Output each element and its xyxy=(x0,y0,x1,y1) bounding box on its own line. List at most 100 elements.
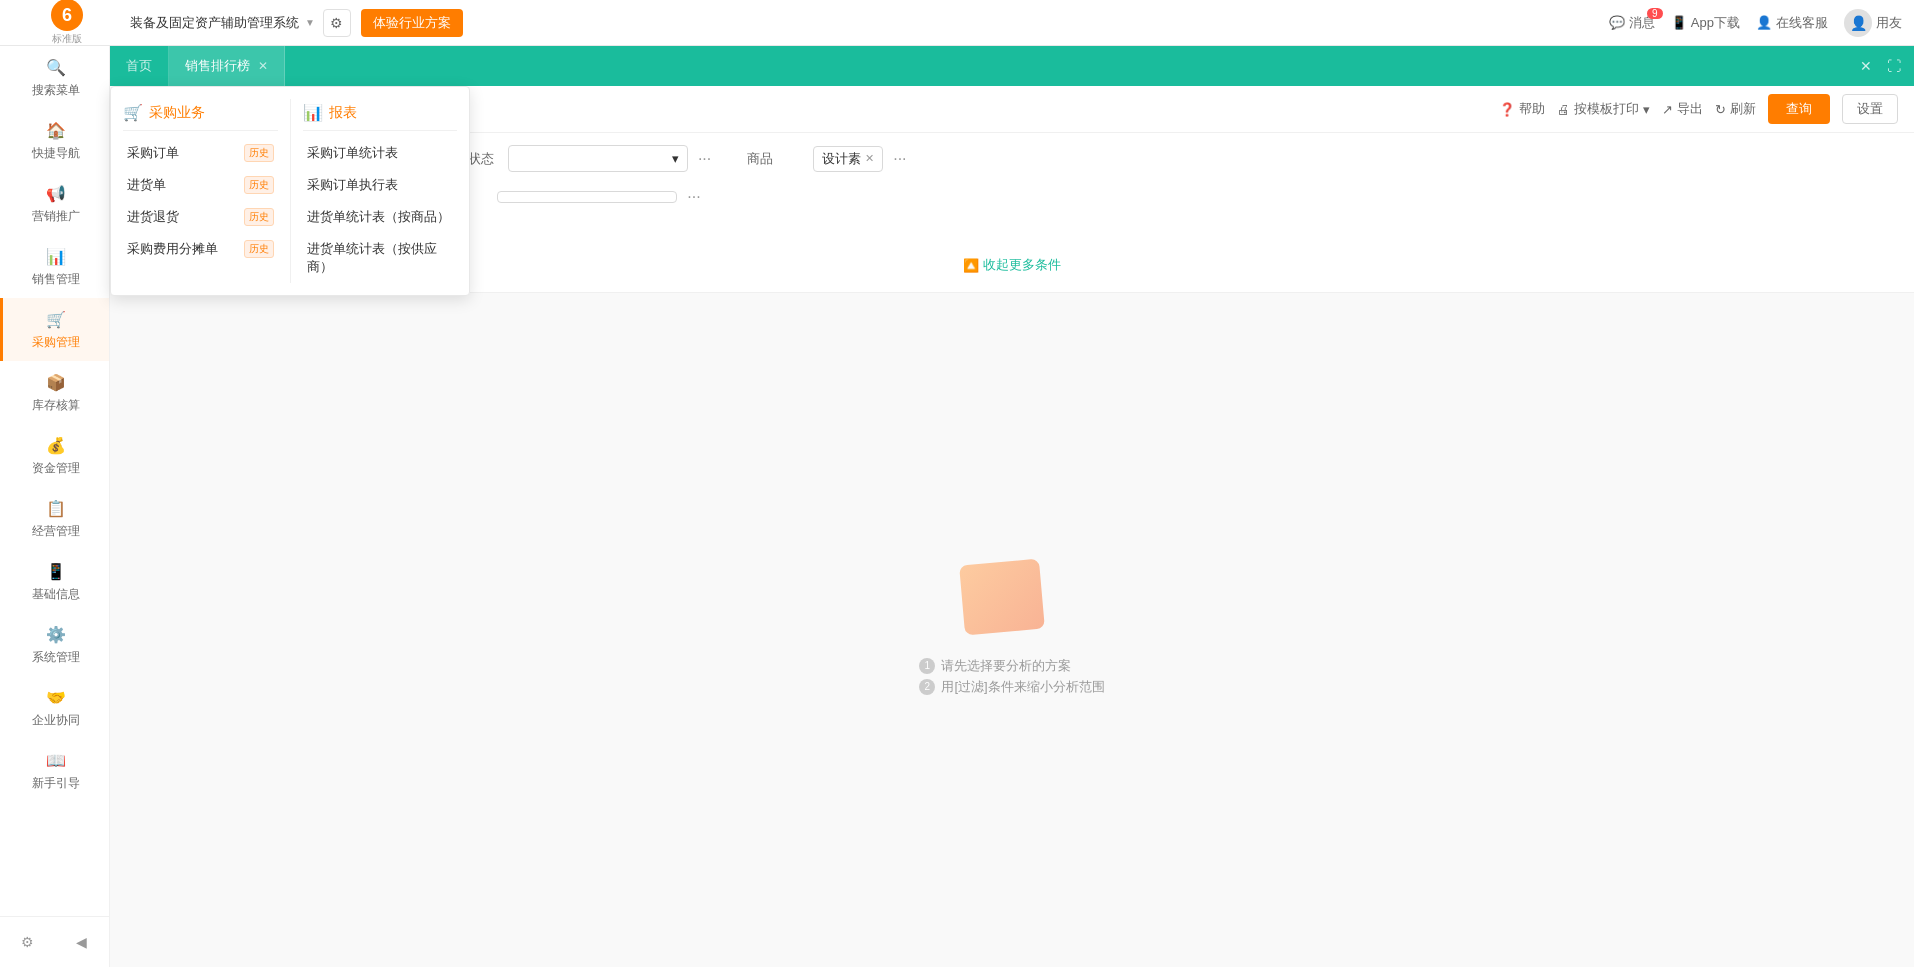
dropdown-menu: 🛒 采购业务 采购订单历史进货单历史进货退货历史采购费用分摊单历史 📊 报表 采… xyxy=(110,86,470,296)
hist-badge: 历史 xyxy=(244,144,274,162)
salesman-dots[interactable]: ··· xyxy=(683,188,704,206)
collapse-sidebar-icon[interactable]: ◀ xyxy=(67,927,97,957)
empty-state: 1 请先选择要分析的方案 2 用[过滤]条件来缩小分析范围 xyxy=(919,562,1104,699)
goods-tag-remove[interactable]: ✕ xyxy=(865,152,874,165)
refresh-icon: ↻ xyxy=(1715,102,1726,117)
dropdown-left-item[interactable]: 采购订单历史 xyxy=(123,137,278,169)
empty-text: 1 请先选择要分析的方案 2 用[过滤]条件来缩小分析范围 xyxy=(919,654,1104,699)
dropdown-col-left-title: 🛒 采购业务 xyxy=(123,99,278,131)
hint-num-1: 1 xyxy=(919,658,935,674)
basic-icon: 📱 xyxy=(45,560,67,582)
dropdown-col-right: 📊 报表 采购订单统计表采购订单执行表进货单统计表（按商品）进货单统计表（按供应… xyxy=(290,99,470,283)
goods-dots[interactable]: ··· xyxy=(889,150,910,168)
operations-icon: 📋 xyxy=(45,497,67,519)
avatar: 👤 xyxy=(1844,9,1872,37)
tab-close-sales-rank[interactable]: ✕ xyxy=(258,59,268,73)
service-icon: 👤 xyxy=(1756,15,1772,30)
goods-label: 商品 xyxy=(747,150,807,168)
dropdown-left-item[interactable]: 进货退货历史 xyxy=(123,201,278,233)
doc-status-section: 单据状态 ▾ ··· xyxy=(442,145,715,172)
export-icon: ↗ xyxy=(1662,102,1673,117)
sidebar-item-inventory[interactable]: 📦 库存核算 xyxy=(0,361,109,424)
salesman-select[interactable] xyxy=(497,191,677,203)
user-button[interactable]: 👤 用友 xyxy=(1844,9,1902,37)
top-bar: 6 标准版 装备及固定资产辅助管理系统 ▼ ⚙ 体验行业方案 💬 消息 9 📱 … xyxy=(0,0,1914,46)
select-arrow-icon: ▾ xyxy=(672,151,679,166)
sidebar-item-guide[interactable]: 📖 新手引导 xyxy=(0,739,109,802)
tab-home[interactable]: 首页 xyxy=(110,46,169,86)
dropdown-columns: 🛒 采购业务 采购订单历史进货单历史进货退货历史采购费用分摊单历史 📊 报表 采… xyxy=(111,99,469,283)
help-button[interactable]: ❓ 帮助 xyxy=(1499,100,1545,118)
doc-status-select[interactable]: ▾ xyxy=(508,145,688,172)
logo-icon: 6 xyxy=(51,0,83,31)
dropdown-left-item[interactable]: 进货单历史 xyxy=(123,169,278,201)
sidebar-item-enterprise[interactable]: 🤝 企业协同 xyxy=(0,676,109,739)
collapse-up-icon: 🔼 xyxy=(963,258,979,273)
doc-status-dots[interactable]: ··· xyxy=(694,150,715,168)
message-button[interactable]: 💬 消息 9 xyxy=(1609,14,1655,32)
logo-area: 6 标准版 xyxy=(12,0,122,46)
export-button[interactable]: ↗ 导出 xyxy=(1662,100,1703,118)
salesman-section: 业务员 ··· xyxy=(431,188,704,206)
dropdown-col-left: 🛒 采购业务 采购订单历史进货单历史进货退货历史采购费用分摊单历史 xyxy=(111,99,290,283)
dropdown-right-item[interactable]: 采购订单统计表 xyxy=(303,137,458,169)
sidebar-item-sales[interactable]: 📊 销售管理 xyxy=(0,235,109,298)
sales-icon: 📊 xyxy=(45,245,67,267)
help-icon: ❓ xyxy=(1499,102,1515,117)
query-button[interactable]: 查询 xyxy=(1768,94,1830,124)
tabs-bar: 首页销售排行榜✕ ✕ ⛶ xyxy=(110,46,1914,86)
dropdown-left-item[interactable]: 采购费用分摊单历史 xyxy=(123,233,278,265)
empty-icon-shape xyxy=(959,558,1045,635)
tab-sales-rank[interactable]: 销售排行榜✕ xyxy=(169,46,285,86)
message-icon: 💬 xyxy=(1609,15,1625,30)
dropdown-col-right-title: 📊 报表 xyxy=(303,99,458,131)
print-dropdown-icon: ▾ xyxy=(1643,102,1650,117)
hist-badge: 历史 xyxy=(244,240,274,258)
hist-badge: 历史 xyxy=(244,176,274,194)
guide-icon: 📖 xyxy=(45,749,67,771)
tabs-bar-right: ✕ ⛶ xyxy=(1854,54,1914,78)
sidebar-item-search[interactable]: 🔍 搜索菜单 xyxy=(0,46,109,109)
hist-badge: 历史 xyxy=(244,208,274,226)
purchase-col-icon: 🛒 xyxy=(123,103,143,122)
system-icon: ⚙️ xyxy=(45,623,67,645)
dropdown-right-item[interactable]: 进货单统计表（按供应商） xyxy=(303,233,458,283)
column-settings-button[interactable]: 设置 xyxy=(1842,94,1898,124)
close-window-icon[interactable]: ✕ xyxy=(1854,54,1878,78)
hint-num-2: 2 xyxy=(919,679,935,695)
sidebar-item-marketing[interactable]: 📢 营销推广 xyxy=(0,172,109,235)
print-icon: 🖨 xyxy=(1557,102,1570,117)
dropdown-arrow-icon: ▼ xyxy=(305,17,315,28)
settings-icon[interactable]: ⚙ xyxy=(323,9,351,37)
enterprise-icon: 🤝 xyxy=(45,686,67,708)
purchase-icon: 🛒 xyxy=(45,308,67,330)
sidebar-item-quick[interactable]: 🏠 快捷导航 xyxy=(0,109,109,172)
funds-icon: 💰 xyxy=(45,434,67,456)
industry-button[interactable]: 体验行业方案 xyxy=(361,9,463,37)
report-col-icon: 📊 xyxy=(303,103,323,122)
maximize-window-icon[interactable]: ⛶ xyxy=(1882,54,1906,78)
service-button[interactable]: 👤 在线客服 xyxy=(1756,14,1828,32)
refresh-button[interactable]: ↻ 刷新 xyxy=(1715,100,1756,118)
top-bar-right: 💬 消息 9 📱 App下载 👤 在线客服 👤 用友 xyxy=(1609,9,1902,37)
goods-section: 商品 设计素 ✕ ··· xyxy=(747,146,910,172)
sidebar-item-basic[interactable]: 📱 基础信息 xyxy=(0,550,109,613)
inventory-icon: 📦 xyxy=(45,371,67,393)
sidebar-item-purchase[interactable]: 🛒 采购管理 xyxy=(0,298,109,361)
dropdown-right-item[interactable]: 采购订单执行表 xyxy=(303,169,458,201)
print-button[interactable]: 🖨 按模板打印 ▾ xyxy=(1557,100,1650,118)
collapse-button[interactable]: 🔼 收起更多条件 xyxy=(963,250,1061,280)
sidebar-item-operations[interactable]: 📋 经营管理 xyxy=(0,487,109,550)
sidebar-item-funds[interactable]: 💰 资金管理 xyxy=(0,424,109,487)
dropdown-right-item[interactable]: 进货单统计表（按商品） xyxy=(303,201,458,233)
goods-tag[interactable]: 设计素 ✕ xyxy=(813,146,883,172)
empty-illustration xyxy=(962,562,1062,642)
search-icon: 🔍 xyxy=(45,56,67,78)
settings-bottom-icon[interactable]: ⚙ xyxy=(12,927,42,957)
quick-icon: 🏠 xyxy=(45,119,67,141)
marketing-icon: 📢 xyxy=(45,182,67,204)
message-badge: 9 xyxy=(1647,8,1663,19)
app-download-button[interactable]: 📱 App下载 xyxy=(1671,14,1740,32)
sidebar-item-system[interactable]: ⚙️ 系统管理 xyxy=(0,613,109,676)
system-title[interactable]: 装备及固定资产辅助管理系统 ▼ xyxy=(130,14,315,32)
